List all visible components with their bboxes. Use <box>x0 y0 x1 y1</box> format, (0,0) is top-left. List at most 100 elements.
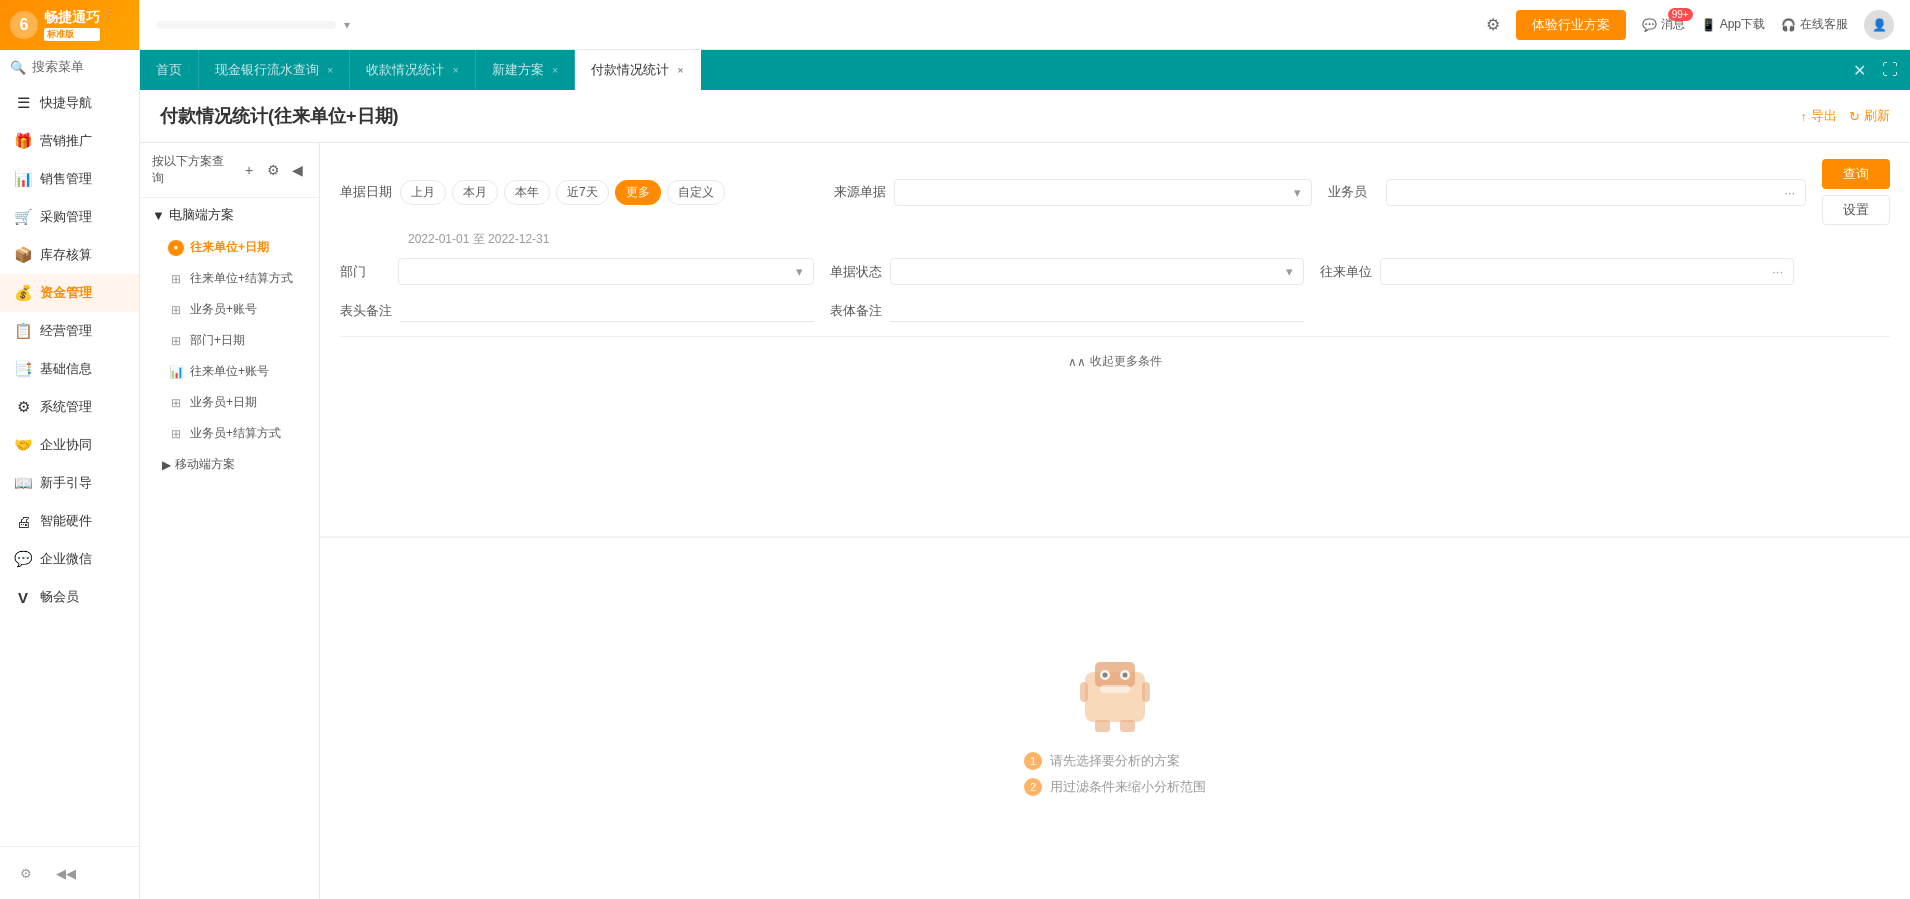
sidebar-item-label: 企业微信 <box>40 550 92 568</box>
tab-home[interactable]: 首页 <box>140 50 199 90</box>
sidebar-item-quick-nav[interactable]: ☰ 快捷导航 <box>0 84 139 122</box>
refresh-label: 刷新 <box>1864 107 1890 125</box>
filter-staff-dots: ··· <box>1784 185 1795 200</box>
export-btn[interactable]: ↑ 导出 <box>1801 107 1838 125</box>
sidebar-item-marketing[interactable]: 🎁 营销推广 <box>0 122 139 160</box>
tab-bank-flow-close[interactable]: × <box>327 64 333 76</box>
sidebar-item-basic-info[interactable]: 📑 基础信息 <box>0 350 139 388</box>
scheme-item-staff-account[interactable]: ⊞ 业务员+账号 <box>140 294 319 325</box>
tab-new-scheme[interactable]: 新建方案 × <box>476 50 575 90</box>
hardware-icon: 🖨 <box>14 513 32 530</box>
scheme-group-mobile-header[interactable]: ▶ 移动端方案 <box>140 449 319 480</box>
tab-new-scheme-close[interactable]: × <box>552 64 558 76</box>
scheme-item-staff-date[interactable]: ⊞ 业务员+日期 <box>140 387 319 418</box>
scheme-settings-btn[interactable]: ⚙ <box>263 160 283 180</box>
message-btn[interactable]: 💬 消息 99+ <box>1642 16 1685 33</box>
sidebar-item-label: 系统管理 <box>40 398 92 416</box>
date-btn-more[interactable]: 更多 <box>615 180 661 205</box>
scheme-item-party-account[interactable]: 📊 往来单位+账号 <box>140 356 319 387</box>
sidebar-item-newbie[interactable]: 📖 新手引导 <box>0 464 139 502</box>
tab-payment-stats-close[interactable]: × <box>677 64 683 76</box>
filter-staff-select[interactable]: ··· <box>1386 179 1806 206</box>
date-btn-7days[interactable]: 近7天 <box>556 180 609 205</box>
sidebar-item-sales[interactable]: 📊 销售管理 <box>0 160 139 198</box>
sidebar-item-label: 经营管理 <box>40 322 92 340</box>
empty-illustration <box>1065 642 1165 742</box>
filter-dept-field: 部门 ▾ <box>340 258 814 285</box>
filter-date-btns: 上月 本月 本年 近7天 更多 自定义 <box>400 180 725 205</box>
content-area: 按以下方案查询 + ⚙ ◀ ▼ 电脑端方案 ● 往来单位+日期 <box>140 143 1910 899</box>
scheme-group-mobile: ▶ 移动端方案 <box>140 449 319 480</box>
online-service-btn[interactable]: 🎧 在线客服 <box>1781 16 1848 33</box>
filter-source-field: 来源单据 ▾ <box>834 179 1312 206</box>
collapse-more-row: ∧∧ 收起更多条件 <box>340 336 1890 378</box>
collapse-more-btn[interactable]: ∧∧ 收起更多条件 <box>340 345 1890 378</box>
filter-header-note-input[interactable] <box>400 299 814 322</box>
search-label: 搜索菜单 <box>32 58 84 76</box>
hint-item-1: 1 请先选择要分析的方案 <box>1024 752 1206 770</box>
scheme-group-desktop-header[interactable]: ▼ 电脑端方案 <box>140 198 319 232</box>
svg-rect-10 <box>1120 720 1135 732</box>
filter-staff-label: 业务员 <box>1328 183 1378 201</box>
scheme-item-staff-settle[interactable]: ⊞ 业务员+结算方式 <box>140 418 319 449</box>
filter-panel: 单据日期 上月 本月 本年 近7天 更多 自定义 来源单据 <box>320 143 1910 536</box>
scheme-grid-icon: ⊞ <box>168 271 184 287</box>
scheme-collapse-btn[interactable]: ◀ <box>287 160 307 180</box>
message-badge: 99+ <box>1668 8 1693 21</box>
svg-rect-8 <box>1142 682 1150 702</box>
scheme-item-dept-date[interactable]: ⊞ 部门+日期 <box>140 325 319 356</box>
query-btn[interactable]: 查询 <box>1822 159 1890 189</box>
export-icon: ↑ <box>1801 109 1808 124</box>
topbar-settings-icon[interactable]: ⚙ <box>1486 15 1500 34</box>
sidebar-item-enterprise[interactable]: 🤝 企业协同 <box>0 426 139 464</box>
trial-btn[interactable]: 体验行业方案 <box>1516 10 1626 40</box>
filter-body-note-input[interactable] <box>890 299 1304 322</box>
filter-settings-btn[interactable]: 设置 <box>1822 195 1890 225</box>
scheme-item-party-settle[interactable]: ⊞ 往来单位+结算方式 <box>140 263 319 294</box>
date-btn-custom[interactable]: 自定义 <box>667 180 725 205</box>
search-menu[interactable]: 🔍 搜索菜单 <box>0 50 139 84</box>
logo-char: 6 <box>20 16 29 34</box>
sidebar-item-system[interactable]: ⚙ 系统管理 <box>0 388 139 426</box>
sidebar-item-wechat[interactable]: 💬 企业微信 <box>0 540 139 578</box>
basic-info-icon: 📑 <box>14 360 32 378</box>
filter-party-select[interactable]: ··· <box>1380 258 1794 285</box>
sidebar-item-purchase[interactable]: 🛒 采购管理 <box>0 198 139 236</box>
filter-docstatus-select[interactable]: ▾ <box>890 258 1304 285</box>
app-badge: 标准版 <box>44 28 100 41</box>
sidebar-item-capital[interactable]: 💰 资金管理 <box>0 274 139 312</box>
scheme-item-party-date[interactable]: ● 往来单位+日期 <box>140 232 319 263</box>
tab-payment-stats[interactable]: 付款情况统计 × <box>575 50 700 90</box>
filter-source-select[interactable]: ▾ <box>894 179 1312 206</box>
address-dropdown-icon[interactable]: ▾ <box>344 18 350 32</box>
filter-party-label: 往来单位 <box>1320 263 1372 281</box>
refresh-btn[interactable]: ↻ 刷新 <box>1849 107 1890 125</box>
app-download-btn[interactable]: 📱 App下载 <box>1701 16 1765 33</box>
date-btn-last-month[interactable]: 上月 <box>400 180 446 205</box>
date-btn-this-month[interactable]: 本月 <box>452 180 498 205</box>
filter-staff-field: 业务员 ··· <box>1328 179 1806 206</box>
sidebar-settings-btn[interactable]: ⚙ <box>10 857 42 889</box>
scheme-grid-icon2: ⊞ <box>168 302 184 318</box>
sidebar-item-operation[interactable]: 📋 经营管理 <box>0 312 139 350</box>
sidebar-item-inventory[interactable]: 📦 库存核算 <box>0 236 139 274</box>
topbar: ▾ ⚙ 体验行业方案 💬 消息 99+ 📱 App下载 🎧 在线客服 👤 <box>140 0 1910 50</box>
date-btn-this-year[interactable]: 本年 <box>504 180 550 205</box>
sidebar-item-hardware[interactable]: 🖨 智能硬件 <box>0 502 139 540</box>
tab-receipt-stats-close[interactable]: × <box>452 64 458 76</box>
tab-close-all-btn[interactable]: ✕ <box>1849 61 1870 80</box>
hint-text-2: 用过滤条件来缩小分析范围 <box>1050 778 1206 796</box>
sidebar-collapse-btn[interactable]: ◀◀ <box>50 857 82 889</box>
filter-body-note-label: 表体备注 <box>830 302 882 320</box>
tab-bank-flow[interactable]: 现金银行流水查询 × <box>199 50 350 90</box>
sidebar-item-member[interactable]: V 畅会员 <box>0 578 139 616</box>
hint-num-2: 2 <box>1024 778 1042 796</box>
topbar-address-bar: ▾ <box>156 18 1474 32</box>
tab-receipt-stats[interactable]: 收款情况统计 × <box>350 50 475 90</box>
tab-maximize-btn[interactable]: ⛶ <box>1878 61 1902 79</box>
filter-dept-select[interactable]: ▾ <box>398 258 814 285</box>
sidebar-item-label: 库存核算 <box>40 246 92 264</box>
scheme-add-btn[interactable]: + <box>239 160 259 180</box>
operation-icon: 📋 <box>14 322 32 340</box>
user-avatar[interactable]: 👤 <box>1864 10 1894 40</box>
